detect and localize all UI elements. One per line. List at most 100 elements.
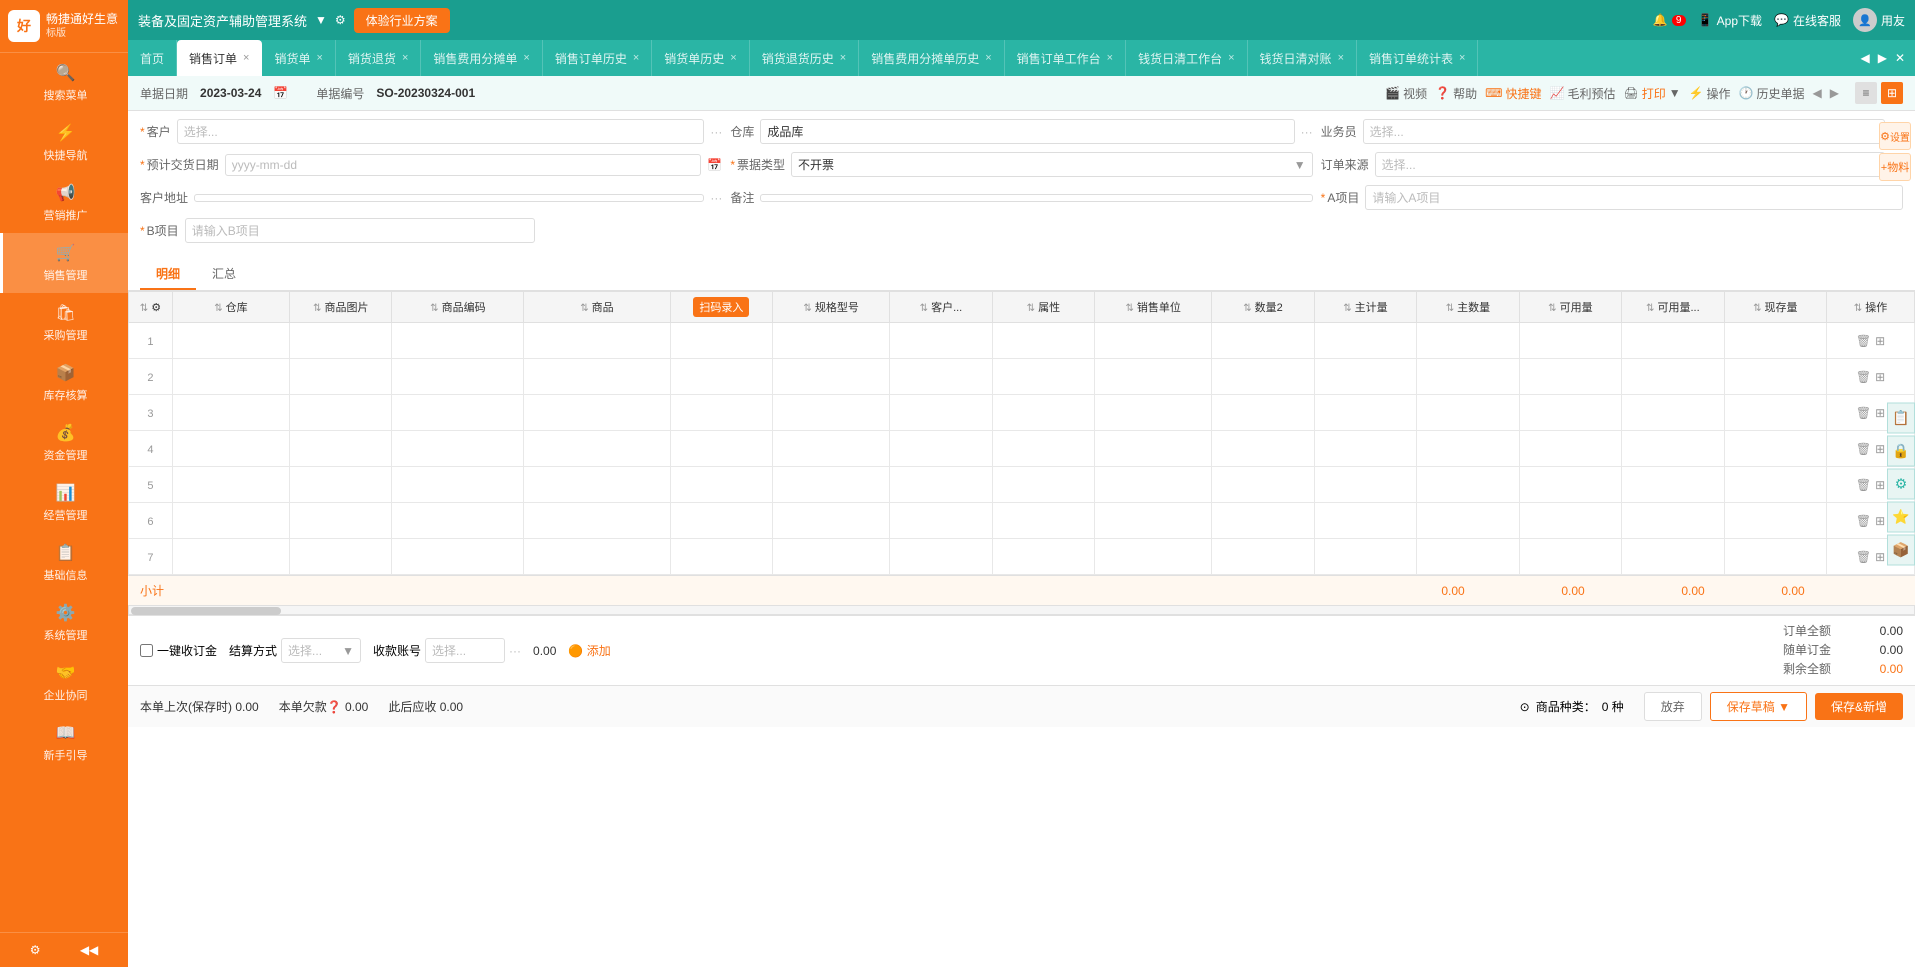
message-icon[interactable]: 🔔 9 bbox=[1653, 13, 1686, 27]
nav-tab-钱货日清工作台[interactable]: 钱货日清工作台× bbox=[1126, 40, 1247, 76]
warehouse-more-icon[interactable]: ··· bbox=[1301, 125, 1313, 139]
col-header-2[interactable]: ⇅ 商品图片 bbox=[290, 292, 392, 323]
ticket-type-select[interactable]: 不开票 ▼ bbox=[791, 152, 1313, 177]
col-header-6[interactable]: ⇅ 规格型号 bbox=[773, 292, 890, 323]
nav-tab-销货单历史[interactable]: 销货单历史× bbox=[652, 40, 749, 76]
copy-icon[interactable]: ⊞ bbox=[1875, 442, 1885, 456]
col-header-14[interactable]: ⇅ 可用量... bbox=[1622, 292, 1724, 323]
discard-button[interactable]: 放弃 bbox=[1644, 692, 1702, 721]
sidebar-item-企业协同[interactable]: 🤝企业协同 bbox=[0, 653, 128, 713]
col-header-1[interactable]: ⇅ 仓库 bbox=[172, 292, 289, 323]
nav-tab-钱货日清对账[interactable]: 钱货日清对账× bbox=[1248, 40, 1357, 76]
checkout-checkbox-input[interactable] bbox=[140, 644, 153, 657]
tab-close-icon[interactable]: × bbox=[523, 52, 529, 64]
settings-panel-btn[interactable]: ⚙ 设置 bbox=[1879, 122, 1911, 150]
tab-close-icon[interactable]: × bbox=[1107, 52, 1113, 64]
salesperson-input[interactable]: 选择... bbox=[1363, 119, 1885, 144]
tab-summary[interactable]: 汇总 bbox=[196, 259, 252, 290]
app-download-btn[interactable]: 📱 App下载 bbox=[1698, 12, 1762, 29]
delete-icon[interactable]: 🗑 bbox=[1856, 550, 1871, 564]
tab-close-icon[interactable]: × bbox=[985, 52, 991, 64]
delivery-date-input[interactable]: yyyy-mm-dd bbox=[225, 154, 702, 176]
nav-left-icon[interactable]: ◀ bbox=[1813, 86, 1822, 100]
fp-btn-4[interactable]: ⭐ bbox=[1887, 501, 1915, 532]
help-btn[interactable]: ❓ 帮助 bbox=[1435, 85, 1477, 102]
col-header-10[interactable]: ⇅ 数量2 bbox=[1212, 292, 1314, 323]
industry-btn[interactable]: 体验行业方案 bbox=[354, 8, 450, 33]
nav-tab-销售费用分摊单[interactable]: 销售费用分摊单× bbox=[421, 40, 542, 76]
settings-gear-icon[interactable]: ⚙ bbox=[335, 13, 346, 27]
col-header-11[interactable]: ⇅ 主计量 bbox=[1314, 292, 1416, 323]
delivery-date-icon[interactable]: 📅 bbox=[707, 158, 722, 172]
account-select[interactable]: 选择... bbox=[425, 638, 505, 663]
copy-icon[interactable]: ⊞ bbox=[1875, 514, 1885, 528]
tab-detail[interactable]: 明细 bbox=[140, 259, 196, 290]
customer-input[interactable]: 选择... bbox=[177, 119, 705, 144]
remark-input[interactable] bbox=[760, 194, 1312, 202]
user-avatar[interactable]: 👤 用友 bbox=[1853, 8, 1905, 32]
nav-tab-销售订单[interactable]: 销售订单× bbox=[177, 40, 262, 76]
grid-view-icon[interactable]: ⊞ bbox=[1881, 82, 1903, 104]
col-header-9[interactable]: ⇅ 销售单位 bbox=[1095, 292, 1212, 323]
profit-btn[interactable]: 📈 毛利预估 bbox=[1549, 85, 1615, 102]
add-btn[interactable]: 🟠 添加 bbox=[568, 642, 610, 659]
address-input[interactable] bbox=[194, 194, 704, 202]
sidebar-item-库存核算[interactable]: 📦库存核算 bbox=[0, 353, 128, 413]
nav-tab-销售订单统计表[interactable]: 销售订单统计表× bbox=[1357, 40, 1478, 76]
delete-icon[interactable]: 🗑 bbox=[1856, 442, 1871, 456]
sidebar-item-资金管理[interactable]: 💰资金管理 bbox=[0, 413, 128, 473]
col-header-13[interactable]: ⇅ 可用量 bbox=[1519, 292, 1621, 323]
nav-tab-销售订单工作台[interactable]: 销售订单工作台× bbox=[1005, 40, 1126, 76]
copy-icon[interactable]: ⊞ bbox=[1875, 406, 1885, 420]
nav-right-icon[interactable]: ▶ bbox=[1830, 86, 1839, 100]
sidebar-item-经营管理[interactable]: 📊经营管理 bbox=[0, 473, 128, 533]
nav-prev-arrow[interactable]: ◀ bbox=[1856, 51, 1873, 65]
tab-close-icon[interactable]: × bbox=[316, 52, 322, 64]
sidebar-item-新手引导[interactable]: 📖新手引导 bbox=[0, 713, 128, 773]
save-draft-button[interactable]: 保存草稿 ▼ bbox=[1710, 692, 1807, 721]
sidebar-item-销售管理[interactable]: 🛒销售管理 bbox=[0, 233, 128, 293]
delete-icon[interactable]: 🗑 bbox=[1856, 514, 1871, 528]
copy-icon[interactable]: ⊞ bbox=[1875, 334, 1885, 348]
nav-tab-首页[interactable]: 首页 bbox=[128, 40, 177, 76]
col-header-16[interactable]: ⇅ 操作 bbox=[1827, 292, 1915, 323]
customer-more-icon[interactable]: ··· bbox=[710, 125, 722, 139]
nav-tab-销售费用分摊单历史[interactable]: 销售费用分摊单历史× bbox=[859, 40, 1004, 76]
tab-close-icon[interactable]: × bbox=[402, 52, 408, 64]
order-source-input[interactable]: 选择... bbox=[1375, 152, 1885, 177]
delete-icon[interactable]: 🗑 bbox=[1856, 478, 1871, 492]
col-header-7[interactable]: ⇅ 客户... bbox=[890, 292, 992, 323]
tab-close-icon[interactable]: × bbox=[1459, 52, 1465, 64]
col-header-12[interactable]: ⇅ 主数量 bbox=[1417, 292, 1519, 323]
dropdown-icon[interactable]: ▼ bbox=[315, 13, 327, 27]
col-header-3[interactable]: ⇅ 商品编码 bbox=[392, 292, 524, 323]
col-header-0[interactable]: ⇅ ⚙ bbox=[129, 292, 173, 323]
online-service-btn[interactable]: 💬 在线客服 bbox=[1774, 12, 1841, 29]
project-b-input[interactable]: 请输入B项目 bbox=[185, 218, 535, 243]
horizontal-scrollbar[interactable] bbox=[128, 605, 1915, 615]
sidebar-item-采购管理[interactable]: 🛍采购管理 bbox=[0, 293, 128, 353]
tab-close-icon[interactable]: × bbox=[1228, 52, 1234, 64]
one-click-checkout-checkbox[interactable]: 一键收订金 bbox=[140, 642, 217, 659]
fp-btn-1[interactable]: 📋 bbox=[1887, 402, 1915, 433]
col-header-8[interactable]: ⇅ 属性 bbox=[992, 292, 1094, 323]
project-a-input[interactable]: 请输入A项目 bbox=[1365, 185, 1903, 210]
nav-next-arrow[interactable]: ▶ bbox=[1874, 51, 1891, 65]
sidebar-item-基础信息[interactable]: 📋基础信息 bbox=[0, 533, 128, 593]
copy-icon[interactable]: ⊞ bbox=[1875, 550, 1885, 564]
settings-icon[interactable]: ⚙ bbox=[30, 943, 41, 957]
add-material-btn[interactable]: +物料 bbox=[1879, 153, 1911, 181]
nav-tab-销售订单历史[interactable]: 销售订单历史× bbox=[543, 40, 652, 76]
tab-close-icon[interactable]: × bbox=[243, 52, 249, 64]
delete-icon[interactable]: 🗑 bbox=[1856, 334, 1871, 348]
calendar-icon[interactable]: 📅 bbox=[273, 86, 288, 100]
col-header-5[interactable]: 扫码录入 bbox=[670, 292, 772, 323]
view-btn[interactable]: 🎬 视频 bbox=[1385, 85, 1427, 102]
copy-icon[interactable]: ⊞ bbox=[1875, 370, 1885, 384]
list-view-icon[interactable]: ≡ bbox=[1855, 82, 1877, 104]
sidebar-item-快捷导航[interactable]: ⚡快捷导航 bbox=[0, 113, 128, 173]
nav-add-arrow[interactable]: ✕ bbox=[1891, 51, 1909, 65]
fp-btn-5[interactable]: 📦 bbox=[1887, 534, 1915, 565]
delete-icon[interactable]: 🗑 bbox=[1856, 370, 1871, 384]
nav-tab-销货退货[interactable]: 销货退货× bbox=[336, 40, 421, 76]
